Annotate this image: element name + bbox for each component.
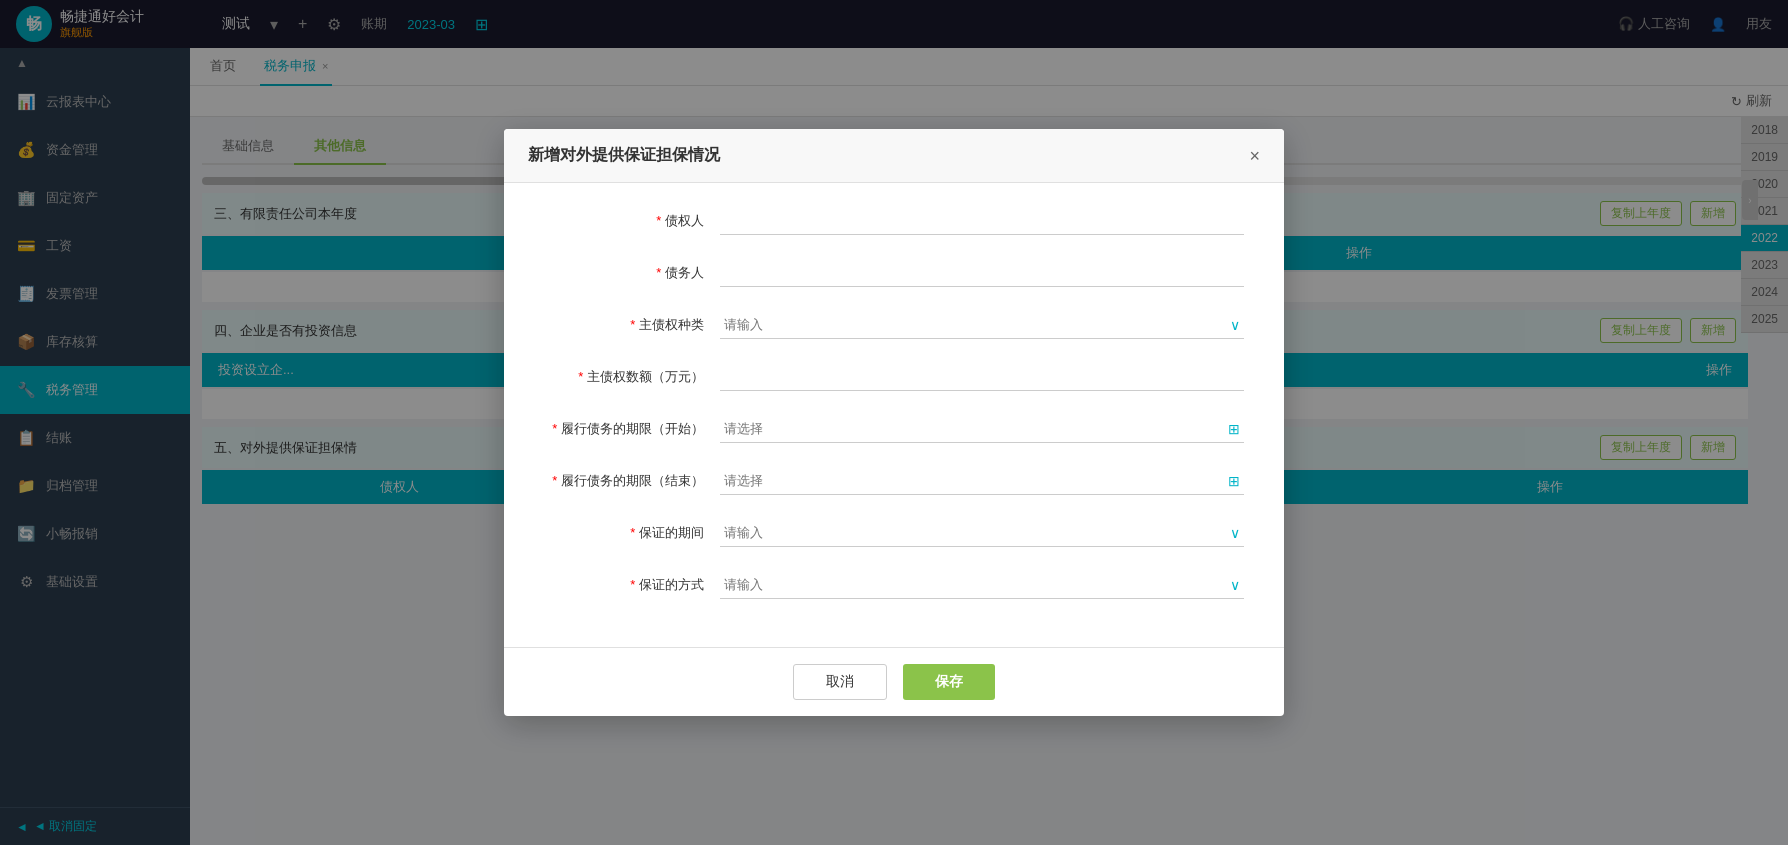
claim-amount-label: * 主债权数额（万元） bbox=[544, 368, 704, 386]
form-row-guarantee-period: * 保证的期间 ∨ bbox=[544, 519, 1244, 547]
form-row-claim-amount: * 主债权数额（万元） bbox=[544, 363, 1244, 391]
debtor-label: * 债务人 bbox=[544, 264, 704, 282]
period-end-label: * 履行债务的期限（结束） bbox=[544, 472, 704, 490]
save-button[interactable]: 保存 bbox=[903, 664, 995, 700]
modal-title: 新增对外提供保证担保情况 bbox=[528, 145, 720, 166]
period-end-date-wrapper: ⊞ bbox=[720, 467, 1244, 495]
claim-type-select-wrapper: ∨ bbox=[720, 311, 1244, 339]
guarantee-period-label: * 保证的期间 bbox=[544, 524, 704, 542]
form-row-creditor: * 债权人 bbox=[544, 207, 1244, 235]
claim-type-input[interactable] bbox=[720, 311, 1226, 338]
form-row-debtor: * 债务人 bbox=[544, 259, 1244, 287]
modal-close-button[interactable]: × bbox=[1249, 147, 1260, 165]
guarantee-period-dropdown-icon[interactable]: ∨ bbox=[1226, 525, 1244, 541]
form-row-period-end: * 履行债务的期限（结束） ⊞ bbox=[544, 467, 1244, 495]
debtor-input[interactable] bbox=[720, 259, 1244, 287]
form-row-period-start: * 履行债务的期限（开始） ⊞ bbox=[544, 415, 1244, 443]
modal-body: * 债权人 * 债务人 * 主债权种类 bbox=[504, 183, 1284, 647]
period-start-calendar-icon[interactable]: ⊞ bbox=[1224, 421, 1244, 437]
claim-type-label: * 主债权种类 bbox=[544, 316, 704, 334]
modal-header: 新增对外提供保证担保情况 × bbox=[504, 129, 1284, 183]
guarantee-method-input[interactable] bbox=[720, 571, 1226, 598]
creditor-label: * 债权人 bbox=[544, 212, 704, 230]
cancel-button[interactable]: 取消 bbox=[793, 664, 887, 700]
guarantee-method-dropdown-icon[interactable]: ∨ bbox=[1226, 577, 1244, 593]
guarantee-period-select-wrapper: ∨ bbox=[720, 519, 1244, 547]
modal-overlay: 新增对外提供保证担保情况 × * 债权人 * 债务人 bbox=[0, 0, 1788, 845]
period-end-input[interactable] bbox=[720, 467, 1224, 494]
period-start-date-wrapper: ⊞ bbox=[720, 415, 1244, 443]
modal-footer: 取消 保存 bbox=[504, 647, 1284, 716]
claim-type-dropdown-icon[interactable]: ∨ bbox=[1226, 317, 1244, 333]
form-row-claim-type: * 主债权种类 ∨ bbox=[544, 311, 1244, 339]
period-start-input[interactable] bbox=[720, 415, 1224, 442]
guarantee-method-label: * 保证的方式 bbox=[544, 576, 704, 594]
claim-amount-input[interactable] bbox=[720, 363, 1244, 391]
modal-dialog: 新增对外提供保证担保情况 × * 债权人 * 债务人 bbox=[504, 129, 1284, 716]
form-row-guarantee-method: * 保证的方式 ∨ bbox=[544, 571, 1244, 599]
period-end-calendar-icon[interactable]: ⊞ bbox=[1224, 473, 1244, 489]
guarantee-method-select-wrapper: ∨ bbox=[720, 571, 1244, 599]
period-start-label: * 履行债务的期限（开始） bbox=[544, 420, 704, 438]
guarantee-period-input[interactable] bbox=[720, 519, 1226, 546]
creditor-input[interactable] bbox=[720, 207, 1244, 235]
